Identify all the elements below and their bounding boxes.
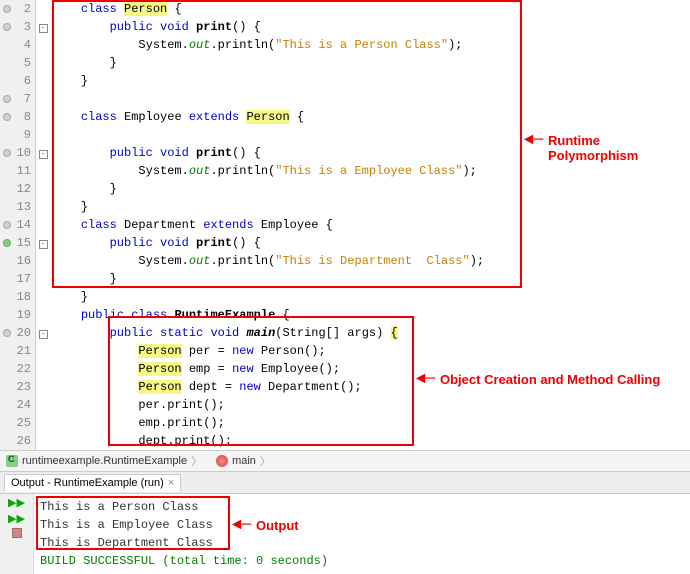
output-line: This is Department Class — [40, 534, 328, 552]
code-line[interactable]: public static void main(String[] args) { — [52, 324, 690, 342]
class-icon — [6, 455, 18, 467]
code-line[interactable]: System.out.println("This is a Employee C… — [52, 162, 690, 180]
code-line[interactable]: class Person { — [52, 0, 690, 18]
annotation-object-creation: Object Creation and Method Calling — [440, 372, 660, 387]
code-line[interactable]: class Employee extends Person { — [52, 108, 690, 126]
build-status: BUILD SUCCESSFUL (total time: 0 seconds) — [40, 552, 328, 570]
arrow-icon: ◄─ — [524, 131, 543, 149]
annotation-output: Output — [256, 518, 299, 533]
code-line[interactable]: public class RuntimeExample { — [52, 306, 690, 324]
code-line[interactable]: public void print() { — [52, 18, 690, 36]
code-line[interactable]: } — [52, 198, 690, 216]
output-toolbar: ▶▶ ▶▶ — [0, 494, 34, 574]
code-line[interactable]: emp.print(); — [52, 414, 690, 432]
code-line[interactable]: } — [52, 54, 690, 72]
code-line[interactable] — [52, 90, 690, 108]
stop-icon[interactable] — [12, 528, 22, 538]
fold-gutter: - - - - — [36, 0, 50, 450]
breadcrumb-class[interactable]: runtimeexample.RuntimeExample 〉 — [6, 453, 216, 469]
output-text: This is a Person Class This is a Employe… — [34, 494, 334, 574]
code-line[interactable]: System.out.println("This is Department C… — [52, 252, 690, 270]
output-tab[interactable]: Output - RuntimeExample (run) × — [4, 474, 181, 492]
code-line[interactable]: class Department extends Employee { — [52, 216, 690, 234]
close-icon[interactable]: × — [168, 477, 174, 489]
arrow-icon: ◄─ — [232, 516, 251, 534]
breadcrumb-class-label: runtimeexample.RuntimeExample — [22, 455, 187, 467]
code-line[interactable]: } — [52, 180, 690, 198]
code-line[interactable]: } — [52, 270, 690, 288]
fold-toggle[interactable]: - — [39, 24, 48, 33]
method-icon — [216, 455, 228, 467]
code-line[interactable]: System.out.println("This is a Person Cla… — [52, 36, 690, 54]
output-line: This is a Person Class — [40, 498, 328, 516]
code-line[interactable]: public void print() { — [52, 234, 690, 252]
annotation-runtime-polymorphism: Runtime Polymorphism — [548, 133, 690, 163]
breadcrumb-method-label: main — [232, 455, 256, 467]
output-tab-bar: Output - RuntimeExample (run) × — [0, 472, 690, 494]
marker-gutter — [0, 0, 14, 450]
chevron-right-icon: 〉 — [260, 453, 271, 469]
code-line[interactable]: Person per = new Person(); — [52, 342, 690, 360]
arrow-icon: ◄─ — [416, 370, 435, 388]
code-line[interactable]: } — [52, 288, 690, 306]
fold-toggle[interactable]: - — [39, 330, 48, 339]
output-tab-label: Output - RuntimeExample (run) — [11, 477, 164, 489]
output-panel: ▶▶ ▶▶ This is a Person Class This is a E… — [0, 494, 690, 574]
chevron-right-icon: 〉 — [191, 453, 202, 469]
rerun-icon[interactable]: ▶▶ — [8, 512, 25, 526]
line-number-gutter: 2345678910111213141516171819202122232425… — [14, 0, 36, 450]
code-line[interactable]: dept.print(); — [52, 432, 690, 450]
breadcrumb: runtimeexample.RuntimeExample 〉 main 〉 — [0, 450, 690, 472]
code-editor[interactable]: 2345678910111213141516171819202122232425… — [0, 0, 690, 450]
run-icon[interactable]: ▶▶ — [8, 496, 25, 510]
fold-toggle[interactable]: - — [39, 150, 48, 159]
fold-toggle[interactable]: - — [39, 240, 48, 249]
code-line[interactable]: } — [52, 72, 690, 90]
breadcrumb-method[interactable]: main 〉 — [216, 453, 285, 469]
code-line[interactable]: per.print(); — [52, 396, 690, 414]
